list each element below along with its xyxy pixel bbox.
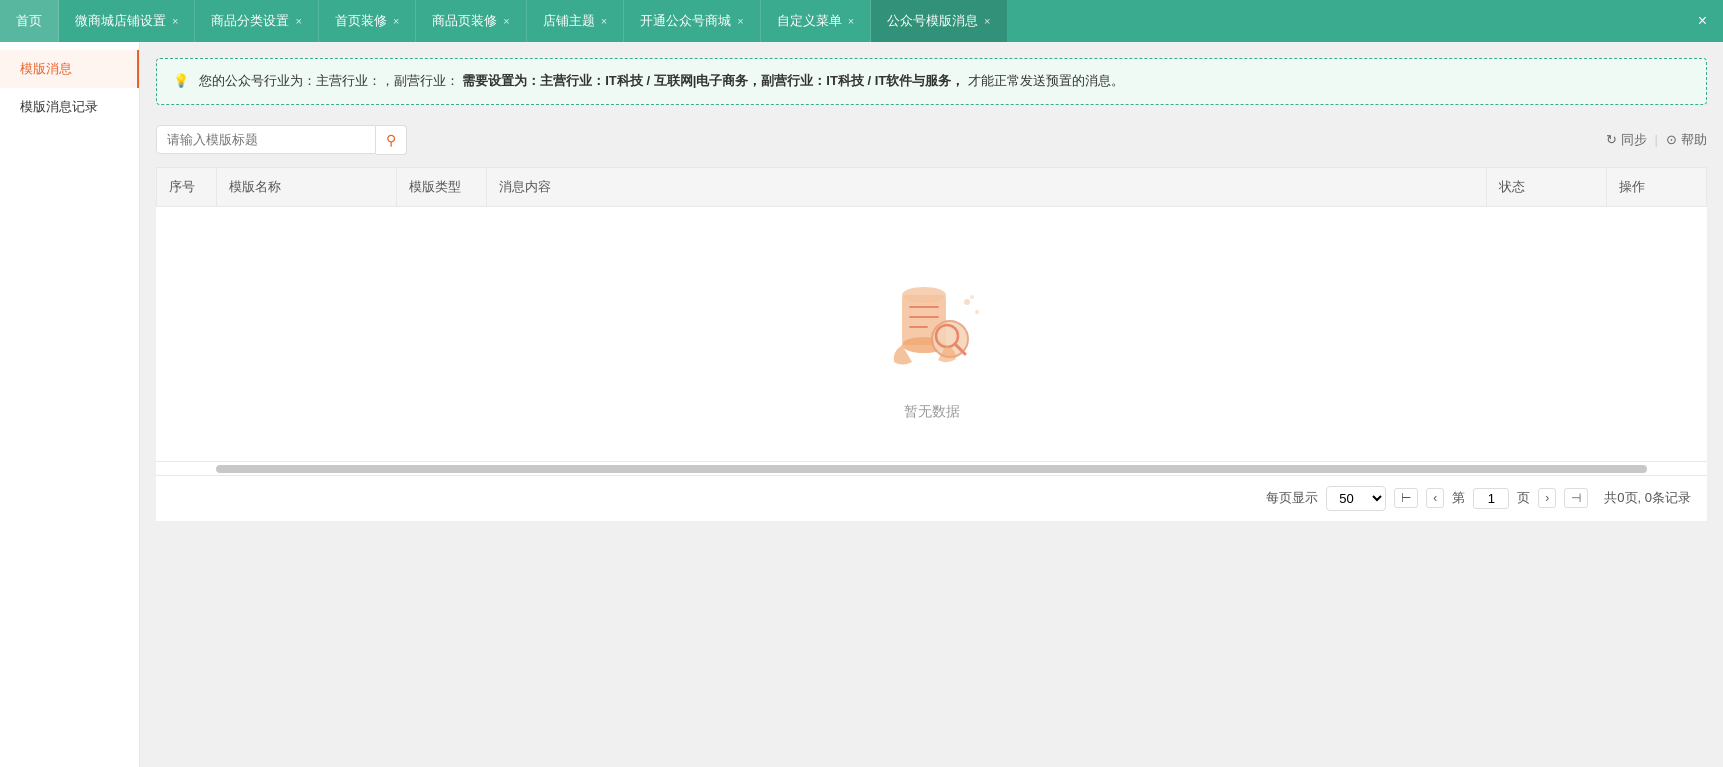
tab-shop-settings[interactable]: 微商城店铺设置 × — [59, 0, 195, 42]
search-icon: ⚲ — [386, 132, 396, 148]
notice-icon: 💡 — [173, 73, 189, 88]
close-template-msg[interactable]: × — [984, 15, 990, 27]
global-close-button[interactable]: × — [1682, 12, 1723, 30]
tab-open-mall[interactable]: 开通公众号商城 × — [624, 0, 760, 42]
help-button[interactable]: ⊙ 帮助 — [1666, 131, 1707, 149]
empty-state: 暂无数据 — [156, 207, 1707, 461]
tab-home-decor[interactable]: 首页装修 × — [319, 0, 416, 42]
next-page-button[interactable]: › — [1538, 488, 1556, 508]
sidebar-item-template-message[interactable]: 模版消息 — [0, 50, 139, 88]
sync-icon: ↻ — [1606, 132, 1617, 147]
content-area: 💡 您的公众号行业为：主营行业：，副营行业： 需要设置为：主营行业：IT科技 /… — [140, 42, 1723, 767]
search-left: ⚲ — [156, 125, 407, 155]
close-custom-menu[interactable]: × — [848, 15, 854, 27]
last-page-button[interactable]: ⊣ — [1564, 488, 1588, 508]
table-header-row: 序号 模版名称 模版类型 消息内容 状态 操作 — [157, 167, 1707, 206]
scrollbar-thumb[interactable] — [216, 465, 1647, 473]
top-nav: 首页 微商城店铺设置 × 商品分类设置 × 首页装修 × 商品页装修 × 店铺主… — [0, 0, 1723, 42]
tab-custom-menu[interactable]: 自定义菜单 × — [761, 0, 871, 42]
close-open-mall[interactable]: × — [737, 15, 743, 27]
per-page-select[interactable]: 50 20 100 — [1326, 486, 1386, 511]
first-page-button[interactable]: ⊢ — [1394, 488, 1418, 508]
sidebar-item-template-record[interactable]: 模版消息记录 — [0, 88, 139, 126]
svg-point-11 — [970, 295, 974, 299]
col-header-action: 操作 — [1607, 167, 1707, 206]
divider: | — [1655, 132, 1658, 147]
svg-point-10 — [975, 310, 979, 314]
close-product-decor[interactable]: × — [503, 15, 509, 27]
close-home-decor[interactable]: × — [393, 15, 399, 27]
empty-illustration — [872, 267, 992, 387]
page-label: 第 — [1452, 489, 1465, 507]
search-right: ↻ 同步 | ⊙ 帮助 — [1606, 131, 1707, 149]
col-header-type: 模版类型 — [397, 167, 487, 206]
col-header-content: 消息内容 — [487, 167, 1487, 206]
tab-template-msg[interactable]: 公众号模版消息 × — [871, 0, 1007, 42]
page-input[interactable] — [1473, 488, 1509, 509]
svg-point-9 — [964, 299, 970, 305]
per-page-label: 每页显示 — [1266, 489, 1318, 507]
help-icon: ⊙ — [1666, 132, 1677, 147]
tab-store-theme[interactable]: 店铺主题 × — [527, 0, 624, 42]
search-bar: ⚲ ↻ 同步 | ⊙ 帮助 — [156, 125, 1707, 155]
notice-prefix: 您的公众号行业为：主营行业：，副营行业： — [199, 73, 459, 88]
col-header-status: 状态 — [1487, 167, 1607, 206]
prev-page-button[interactable]: ‹ — [1426, 488, 1444, 508]
page-unit: 页 — [1517, 489, 1530, 507]
notice-box: 💡 您的公众号行业为：主营行业：，副营行业： 需要设置为：主营行业：IT科技 /… — [156, 58, 1707, 105]
notice-suffix: 才能正常发送预置的消息。 — [968, 73, 1124, 88]
tab-category-settings[interactable]: 商品分类设置 × — [195, 0, 318, 42]
sidebar: 模版消息 模版消息记录 — [0, 42, 140, 767]
close-store-theme[interactable]: × — [601, 15, 607, 27]
col-header-name: 模版名称 — [217, 167, 397, 206]
tab-product-decor[interactable]: 商品页装修 × — [416, 0, 526, 42]
sync-button[interactable]: ↻ 同步 — [1606, 131, 1647, 149]
data-table: 序号 模版名称 模版类型 消息内容 状态 操作 — [156, 167, 1707, 207]
pagination: 每页显示 50 20 100 ⊢ ‹ 第 页 › ⊣ 共0页, 0条记录 — [156, 475, 1707, 521]
main-layout: 模版消息 模版消息记录 💡 您的公众号行业为：主营行业：，副营行业： 需要设置为… — [0, 42, 1723, 767]
scrollbar-track[interactable] — [156, 461, 1707, 475]
tab-home[interactable]: 首页 — [0, 0, 59, 42]
close-category-settings[interactable]: × — [295, 15, 301, 27]
page-summary: 共0页, 0条记录 — [1604, 489, 1691, 507]
col-header-index: 序号 — [157, 167, 217, 206]
empty-text: 暂无数据 — [904, 403, 960, 421]
close-shop-settings[interactable]: × — [172, 15, 178, 27]
search-button[interactable]: ⚲ — [376, 125, 407, 155]
notice-highlight: 需要设置为：主营行业：IT科技 / 互联网|电子商务，副营行业：IT科技 / I… — [462, 73, 964, 88]
search-input[interactable] — [156, 125, 376, 154]
